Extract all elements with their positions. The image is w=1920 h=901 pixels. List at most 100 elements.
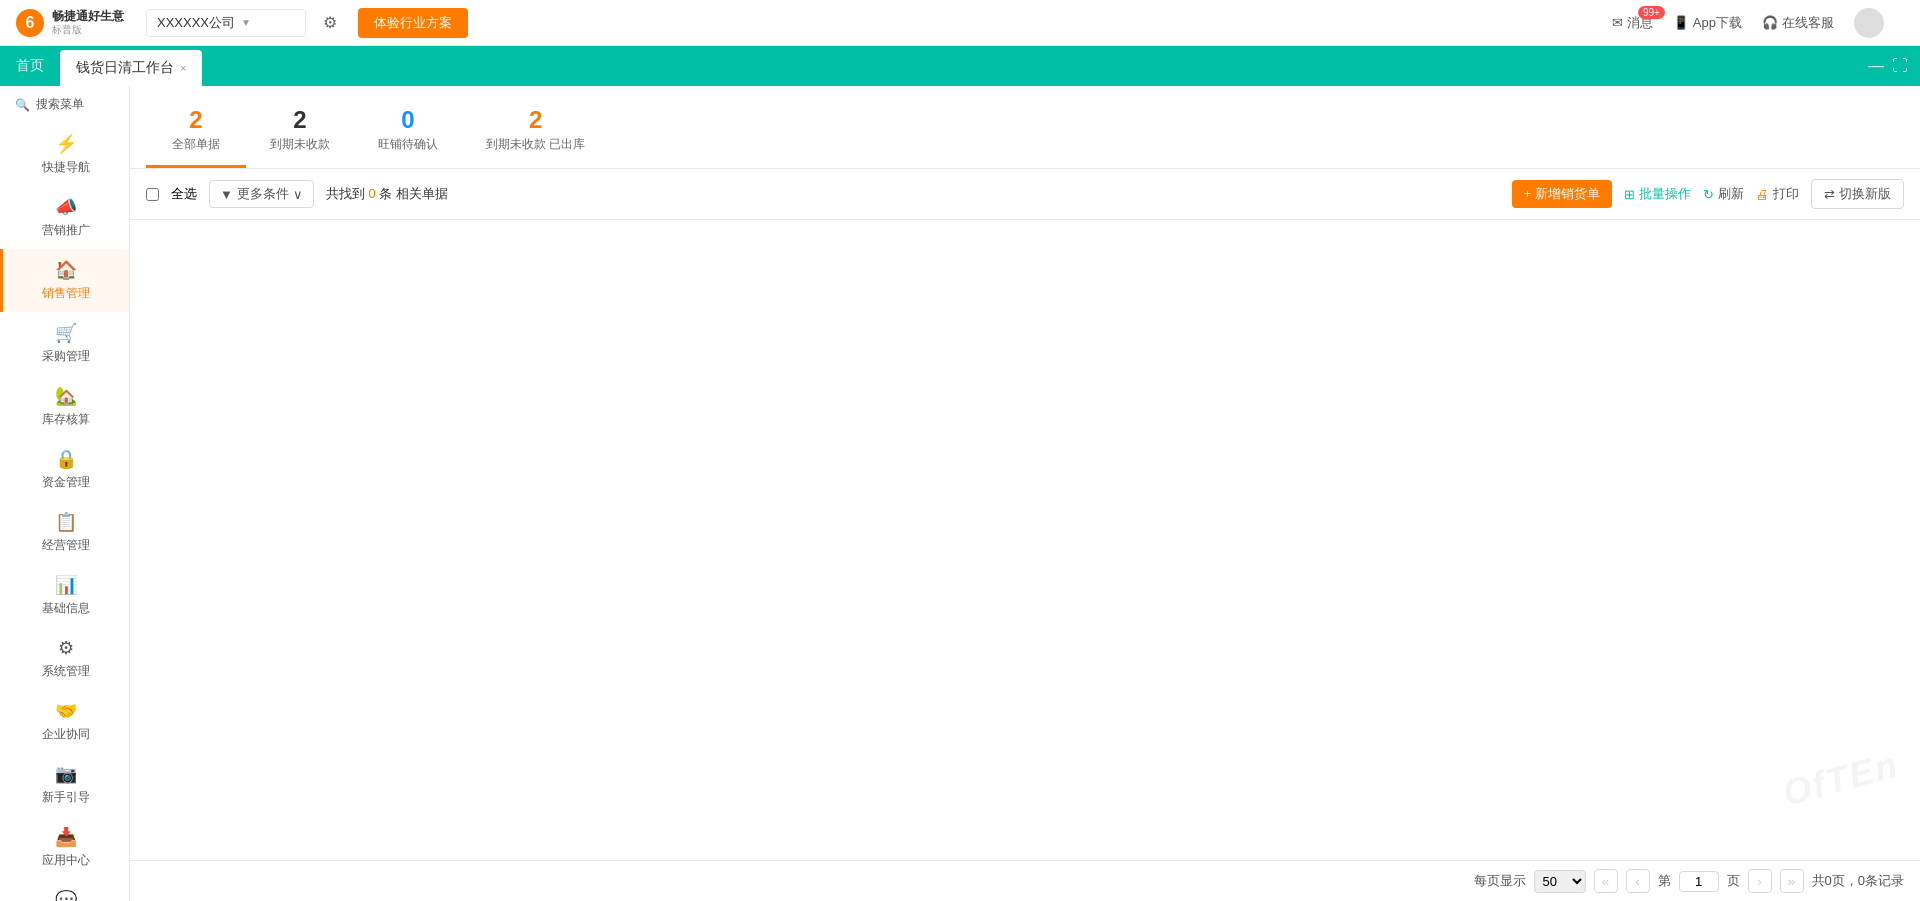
sidebar-item-label: 应用中心 xyxy=(42,852,90,869)
stat-tab-overdue-out[interactable]: 2 到期未收款 已出库 xyxy=(462,98,609,168)
message-badge: 99+ xyxy=(1638,6,1665,19)
app-download-button[interactable]: 📱 App下载 xyxy=(1673,14,1742,32)
more-filter-label: 更多条件 xyxy=(237,185,289,203)
page-suffix: 页 xyxy=(1727,872,1740,890)
stat-num-overdue: 2 xyxy=(293,106,306,134)
prev-page-button[interactable]: ‹ xyxy=(1626,869,1650,893)
stat-label-pending: 旺铺待确认 xyxy=(378,136,438,153)
search-icon: 🔍 xyxy=(15,98,30,112)
company-name: XXXXXX公司 xyxy=(157,14,235,32)
purchase-icon: 🛒 xyxy=(55,322,77,344)
headset-icon: 🎧 xyxy=(1762,15,1778,30)
sidebar-item-label: 库存核算 xyxy=(42,411,90,428)
stats-row: 2 全部单据 2 到期未收款 0 旺铺待确认 2 到期未收款 已出库 xyxy=(130,86,1920,169)
stat-label-all: 全部单据 xyxy=(172,136,220,153)
top-bar: 6 畅捷通好生意 标普版 XXXXXX公司 ▼ ⚙ 体验行业方案 ✉ 消息 99… xyxy=(0,0,1920,46)
settings-icon[interactable]: ⚙ xyxy=(314,7,346,39)
select-all-checkbox[interactable] xyxy=(146,188,159,201)
first-page-button[interactable]: « xyxy=(1594,869,1618,893)
print-icon: 🖨 xyxy=(1756,187,1769,202)
batch-operation-button[interactable]: ⊞ 批量操作 xyxy=(1624,185,1691,203)
sidebar-item-guide[interactable]: 📷 新手引导 xyxy=(0,753,129,816)
stat-num-all: 2 xyxy=(189,106,202,134)
main-layout: 🔍 搜索菜单 ⚡ 快捷导航 📣 营销推广 🏠 销售管理 🛒 采购管理 🏡 库存核… xyxy=(0,86,1920,901)
switch-label: 切换新版 xyxy=(1839,185,1891,203)
company-selector[interactable]: XXXXXX公司 ▼ xyxy=(146,9,306,37)
tab-workbench-label: 钱货日清工作台 xyxy=(76,59,174,77)
sidebar-item-label: 销售管理 xyxy=(42,285,90,302)
switch-version-button[interactable]: ⇄ 切换新版 xyxy=(1811,179,1904,209)
found-suffix: 条 相关单据 xyxy=(379,186,448,201)
table-area: OfTEn xyxy=(130,220,1920,860)
batch-label: 批量操作 xyxy=(1639,185,1691,203)
sidebar-search-label: 搜索菜单 xyxy=(36,96,84,113)
sidebar-search[interactable]: 🔍 搜索菜单 xyxy=(0,86,129,123)
sidebar-item-quick-nav[interactable]: ⚡ 快捷导航 xyxy=(0,123,129,186)
new-sale-button[interactable]: + 新增销货单 xyxy=(1512,180,1612,208)
print-button[interactable]: 🖨 打印 xyxy=(1756,185,1799,203)
tab-home[interactable]: 首页 xyxy=(0,46,60,86)
switch-icon: ⇄ xyxy=(1824,187,1835,202)
tab-workbench[interactable]: 钱货日清工作台 × xyxy=(60,50,202,86)
sidebar-item-marketing[interactable]: 📣 营销推广 xyxy=(0,186,129,249)
page-number-input[interactable] xyxy=(1679,871,1719,892)
watermark: OfTEn xyxy=(1779,743,1904,814)
sidebar-item-label: 营销推广 xyxy=(42,222,90,239)
sidebar-item-capital[interactable]: 🔒 资金管理 xyxy=(0,438,129,501)
app-center-icon: 📥 xyxy=(55,826,77,848)
stat-num-overdue-out: 2 xyxy=(529,106,542,134)
sidebar-item-system[interactable]: ⚙ 系统管理 xyxy=(0,627,129,690)
sidebar-item-wechat[interactable]: 💬 企业微信 xyxy=(0,879,129,901)
tab-bar: 首页 钱货日清工作台 × — ⛶ xyxy=(0,46,1920,86)
stat-tab-all[interactable]: 2 全部单据 xyxy=(146,98,246,168)
sidebar-item-operations[interactable]: 📋 经营管理 xyxy=(0,501,129,564)
total-label: 共0页，0条记录 xyxy=(1812,872,1904,890)
sidebar-item-app-center[interactable]: 📥 应用中心 xyxy=(0,816,129,879)
operations-icon: 📋 xyxy=(55,511,77,533)
sidebar-item-label: 经营管理 xyxy=(42,537,90,554)
system-icon: ⚙ xyxy=(58,637,74,659)
tab-expand-icon[interactable]: ⛶ xyxy=(1892,57,1908,75)
inventory-icon: 🏡 xyxy=(55,385,77,407)
found-prefix: 共找到 xyxy=(326,186,365,201)
sidebar-item-label: 资金管理 xyxy=(42,474,90,491)
found-count: 0 xyxy=(369,186,376,201)
stat-tab-pending[interactable]: 0 旺铺待确认 xyxy=(354,98,462,168)
sidebar-item-inventory[interactable]: 🏡 库存核算 xyxy=(0,375,129,438)
per-page-select[interactable]: 50 10 20 100 xyxy=(1534,870,1586,893)
online-service-button[interactable]: 🎧 在线客服 xyxy=(1762,14,1834,32)
per-page-label: 每页显示 xyxy=(1474,872,1526,890)
sidebar-item-label: 新手引导 xyxy=(42,789,90,806)
refresh-label: 刷新 xyxy=(1718,185,1744,203)
page-prefix: 第 xyxy=(1658,872,1671,890)
experience-button[interactable]: 体验行业方案 xyxy=(358,8,468,38)
message-icon: ✉ xyxy=(1612,15,1623,30)
sidebar-item-basic-info[interactable]: 📊 基础信息 xyxy=(0,564,129,627)
next-page-button[interactable]: › xyxy=(1748,869,1772,893)
sidebar-item-purchase[interactable]: 🛒 采购管理 xyxy=(0,312,129,375)
sidebar-item-sales[interactable]: 🏠 销售管理 xyxy=(0,249,129,312)
tab-home-label: 首页 xyxy=(16,57,44,75)
stat-tab-overdue[interactable]: 2 到期未收款 xyxy=(246,98,354,168)
refresh-button[interactable]: ↻ 刷新 xyxy=(1703,185,1744,203)
more-filter-button[interactable]: ▼ 更多条件 ∨ xyxy=(209,180,314,208)
last-page-button[interactable]: » xyxy=(1780,869,1804,893)
avatar[interactable] xyxy=(1854,8,1884,38)
top-right-actions: ✉ 消息 99+ 📱 App下载 🎧 在线客服 xyxy=(1612,8,1904,38)
logo-main: 畅捷通好生意 xyxy=(52,9,124,23)
sales-icon: 🏠 xyxy=(55,259,77,281)
sidebar-item-label: 采购管理 xyxy=(42,348,90,365)
wechat-icon: 💬 xyxy=(55,889,77,901)
content-area: 2 全部单据 2 到期未收款 0 旺铺待确认 2 到期未收款 已出库 全选 ▼ … xyxy=(130,86,1920,901)
batch-icon: ⊞ xyxy=(1624,187,1635,202)
logo-area: 6 畅捷通好生意 标普版 xyxy=(16,9,146,37)
close-icon[interactable]: × xyxy=(180,62,186,74)
capital-icon: 🔒 xyxy=(55,448,77,470)
logo-sub: 标普版 xyxy=(52,24,124,36)
chevron-down-icon: ▼ xyxy=(241,17,251,28)
chevron-down-icon: ∨ xyxy=(293,187,303,202)
message-button[interactable]: ✉ 消息 99+ xyxy=(1612,14,1653,32)
stat-label-overdue-out: 到期未收款 已出库 xyxy=(486,136,585,153)
tab-minimize-icon[interactable]: — xyxy=(1868,57,1884,75)
sidebar-item-enterprise[interactable]: 🤝 企业协同 xyxy=(0,690,129,753)
